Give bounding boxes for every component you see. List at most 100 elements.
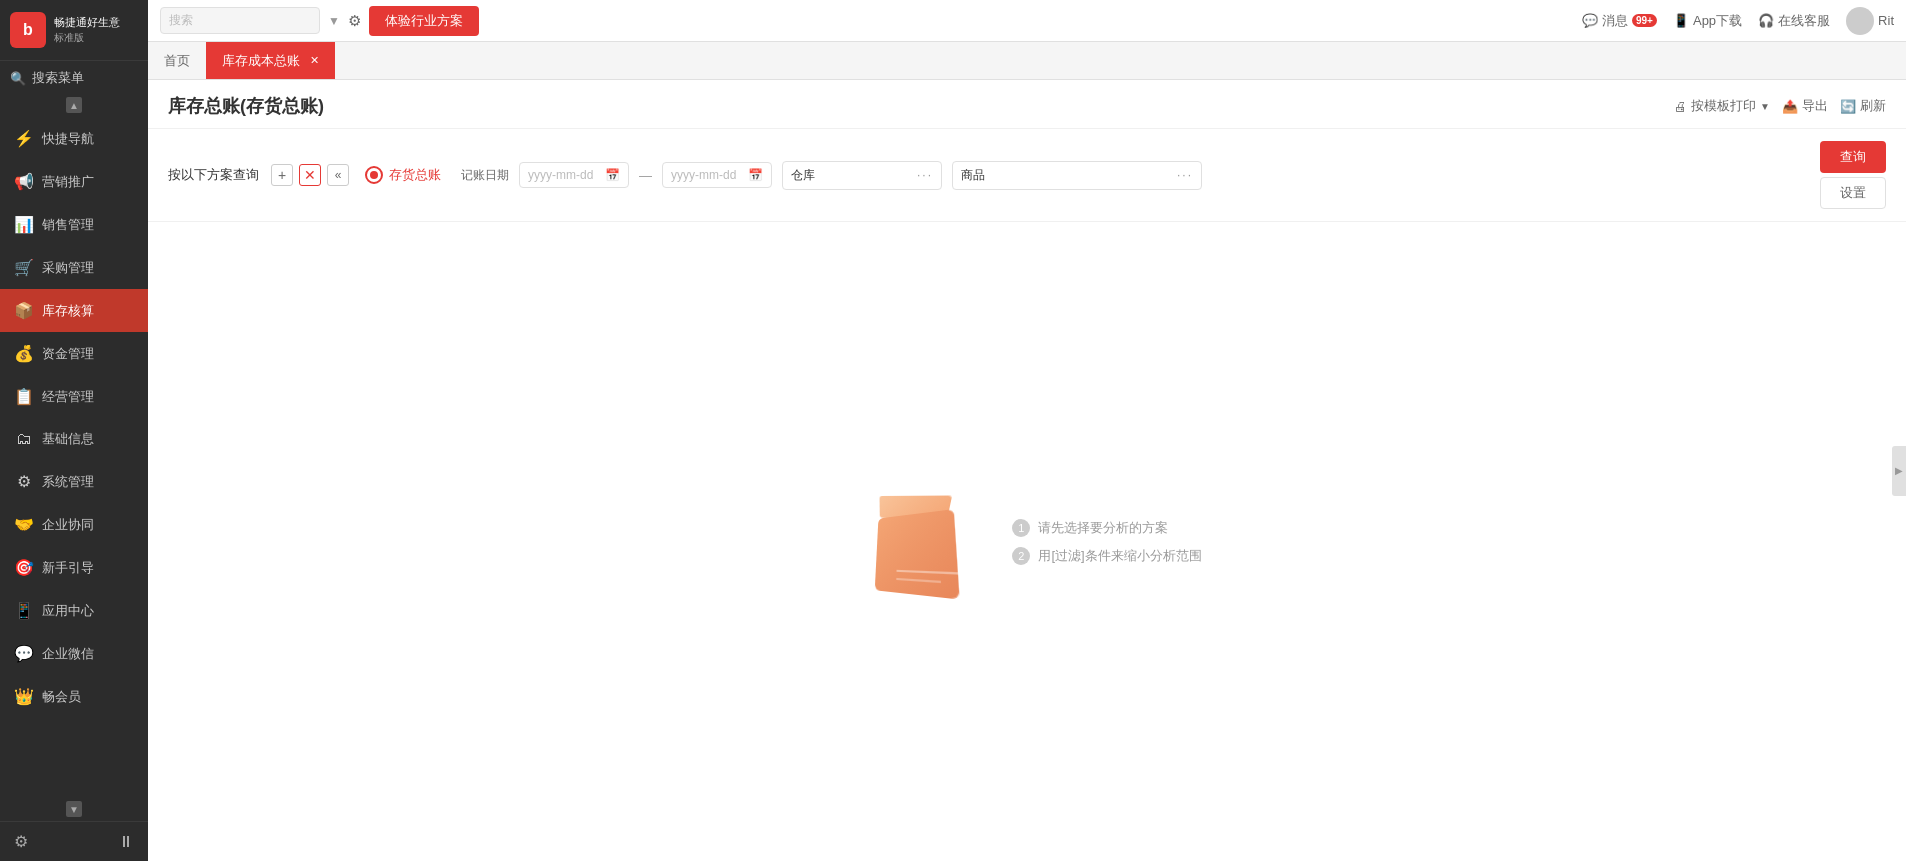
scheme-selector[interactable]: 存货总账 — [365, 166, 441, 184]
nav-icon-operations: 📋 — [14, 387, 34, 406]
topbar-left: 搜索 ▼ ⚙ 体验行业方案 — [160, 6, 1574, 36]
message-btn[interactable]: 💬 消息 99+ — [1582, 12, 1657, 30]
app-download-label: App下载 — [1693, 12, 1742, 30]
settings-icon[interactable]: ⚙ — [14, 832, 28, 851]
refresh-label: 刷新 — [1860, 97, 1886, 115]
filter-add-btn[interactable]: + — [271, 164, 293, 186]
warehouse-label: 仓库 — [791, 167, 815, 184]
logo-text-block: 畅捷通好生意 标准版 — [54, 15, 120, 44]
right-panel-toggle[interactable]: ▶ — [1892, 446, 1906, 496]
export-icon: 📤 — [1782, 99, 1798, 114]
scroll-down-btn[interactable]: ▼ — [66, 801, 82, 817]
nav-icon-app-center: 📱 — [14, 601, 34, 620]
box-lines — [897, 569, 978, 575]
sidebar-item-wechat[interactable]: 💬企业微信 — [0, 632, 148, 675]
print-btn[interactable]: 🖨 按模板打印 ▼ — [1674, 97, 1770, 115]
nav-icon-cooperation: 🤝 — [14, 515, 34, 534]
nav-icon-sales: 📊 — [14, 215, 34, 234]
nav-icon-basic: 🗂 — [14, 430, 34, 448]
content-area: 库存总账(存货总账) 🖨 按模板打印 ▼ 📤 导出 🔄 刷新 按以下方案查 — [148, 80, 1906, 861]
export-btn[interactable]: 📤 导出 — [1782, 97, 1828, 115]
filter-del-btn[interactable]: ✕ — [299, 164, 321, 186]
search-icon: 🔍 — [10, 71, 26, 86]
sidebar-item-vip[interactable]: 👑 畅会员 — [0, 675, 148, 718]
sidebar-item-sales[interactable]: 📊销售管理 — [0, 203, 148, 246]
nav-label-finance: 资金管理 — [42, 345, 94, 363]
tab-home[interactable]: 首页 — [148, 42, 206, 79]
goods-more-icon[interactable]: ··· — [1177, 168, 1193, 182]
nav-icon-finance: 💰 — [14, 344, 34, 363]
message-label: 消息 — [1602, 12, 1628, 30]
scheme-dot-icon — [365, 166, 383, 184]
sidebar-item-cooperation[interactable]: 🤝 企业协同 — [0, 503, 148, 546]
phone-icon: 📱 — [1673, 13, 1689, 28]
nav-icon-vip: 👑 — [14, 687, 34, 706]
scroll-up-btn[interactable]: ▲ — [66, 97, 82, 113]
search-menu[interactable]: 🔍 搜索菜单 — [0, 61, 148, 95]
sidebar-item-inventory[interactable]: 📦库存核算 — [0, 289, 148, 332]
header-actions: 🖨 按模板打印 ▼ 📤 导出 🔄 刷新 — [1674, 97, 1886, 115]
user-avatar-btn[interactable]: Rit — [1846, 7, 1894, 35]
empty-state: 1 请先选择要分析的方案 2 用[过滤]条件来缩小分析范围 — [148, 222, 1906, 861]
app-badge: 标准版 — [54, 31, 120, 45]
hint-1-text: 请先选择要分析的方案 — [1038, 519, 1168, 537]
sidebar-bottom: ⚙ ⏸ — [0, 821, 148, 861]
refresh-btn[interactable]: 🔄 刷新 — [1840, 97, 1886, 115]
settings-btn[interactable]: 设置 — [1820, 177, 1886, 209]
online-service-btn[interactable]: 🎧 在线客服 — [1758, 12, 1830, 30]
print-dropdown-icon[interactable]: ▼ — [1760, 101, 1770, 112]
nav-label-wechat: 企业微信 — [42, 645, 94, 663]
nav-label-purchase: 采购管理 — [42, 259, 94, 277]
tab-inventory-cost[interactable]: 库存成本总账 ✕ — [206, 42, 335, 79]
sidebar-item-purchase[interactable]: 🛒采购管理 — [0, 246, 148, 289]
tab-home-label: 首页 — [164, 52, 190, 70]
date-start-input[interactable]: yyyy-mm-dd 📅 — [519, 162, 629, 188]
nav-label-marketing: 营销推广 — [42, 173, 94, 191]
sidebar-item-operations[interactable]: 📋经营管理 — [0, 375, 148, 418]
sidebar-item-app-center[interactable]: 📱 应用中心 — [0, 589, 148, 632]
collapse-icon[interactable]: ⏸ — [118, 833, 134, 851]
sidebar-item-system[interactable]: ⚙系统管理 — [0, 460, 148, 503]
sidebar-item-basic[interactable]: 🗂 基础信息 — [0, 418, 148, 460]
filter-inputs-row: 记账日期 yyyy-mm-dd 📅 — yyyy-mm-dd 📅 仓库 ··· … — [461, 161, 1810, 190]
warehouse-select[interactable]: 仓库 ··· — [782, 161, 942, 190]
date-label: 记账日期 — [461, 167, 509, 184]
goods-select[interactable]: 商品 ··· — [952, 161, 1202, 190]
nav-label-inventory: 库存核算 — [42, 302, 94, 320]
print-label: 按模板打印 — [1691, 97, 1756, 115]
empty-text: 1 请先选择要分析的方案 2 用[过滤]条件来缩小分析范围 — [1012, 519, 1201, 565]
message-badge: 99+ — [1632, 14, 1657, 27]
date-end-placeholder: yyyy-mm-dd — [671, 168, 736, 182]
tab-inventory-cost-label: 库存成本总账 — [222, 52, 300, 70]
tab-close-icon[interactable]: ✕ — [310, 54, 319, 67]
nav-label-basic: 基础信息 — [42, 430, 94, 448]
nav-icon-system: ⚙ — [14, 472, 34, 491]
filter-label: 按以下方案查询 — [168, 166, 259, 184]
filter-actions: + ✕ « — [271, 164, 349, 186]
topbar-chevron-icon[interactable]: ▼ — [328, 14, 340, 28]
user-name: Rit — [1878, 13, 1894, 28]
nav-icon-quick-nav: ⚡ — [14, 129, 34, 148]
warehouse-more-icon[interactable]: ··· — [917, 168, 933, 182]
app-download-btn[interactable]: 📱 App下载 — [1673, 12, 1742, 30]
topbar-gear-icon[interactable]: ⚙ — [348, 12, 361, 30]
topbar-search-box[interactable]: 搜索 — [160, 7, 320, 34]
sidebar-item-quick-nav[interactable]: ⚡快捷导航 — [0, 117, 148, 160]
nav-label-vip: 畅会员 — [42, 688, 81, 706]
nav-label-cooperation: 企业协同 — [42, 516, 94, 534]
date-end-input[interactable]: yyyy-mm-dd 📅 — [662, 162, 772, 188]
query-btn[interactable]: 查询 — [1820, 141, 1886, 173]
industry-btn[interactable]: 体验行业方案 — [369, 6, 479, 36]
topbar-search-placeholder: 搜索 — [169, 12, 193, 29]
hint-2-text: 用[过滤]条件来缩小分析范围 — [1038, 547, 1201, 565]
sidebar-item-finance[interactable]: 💰 资金管理 — [0, 332, 148, 375]
export-label: 导出 — [1802, 97, 1828, 115]
sidebar-item-marketing[interactable]: 📢营销推广 — [0, 160, 148, 203]
nav-icon-guide: 🎯 — [14, 558, 34, 577]
nav-label-app-center: 应用中心 — [42, 602, 94, 620]
hint-1: 1 请先选择要分析的方案 — [1012, 519, 1201, 537]
hint-2: 2 用[过滤]条件来缩小分析范围 — [1012, 547, 1201, 565]
sidebar-item-guide[interactable]: 🎯新手引导 — [0, 546, 148, 589]
date-dash: — — [639, 168, 652, 183]
filter-collapse-btn[interactable]: « — [327, 164, 349, 186]
